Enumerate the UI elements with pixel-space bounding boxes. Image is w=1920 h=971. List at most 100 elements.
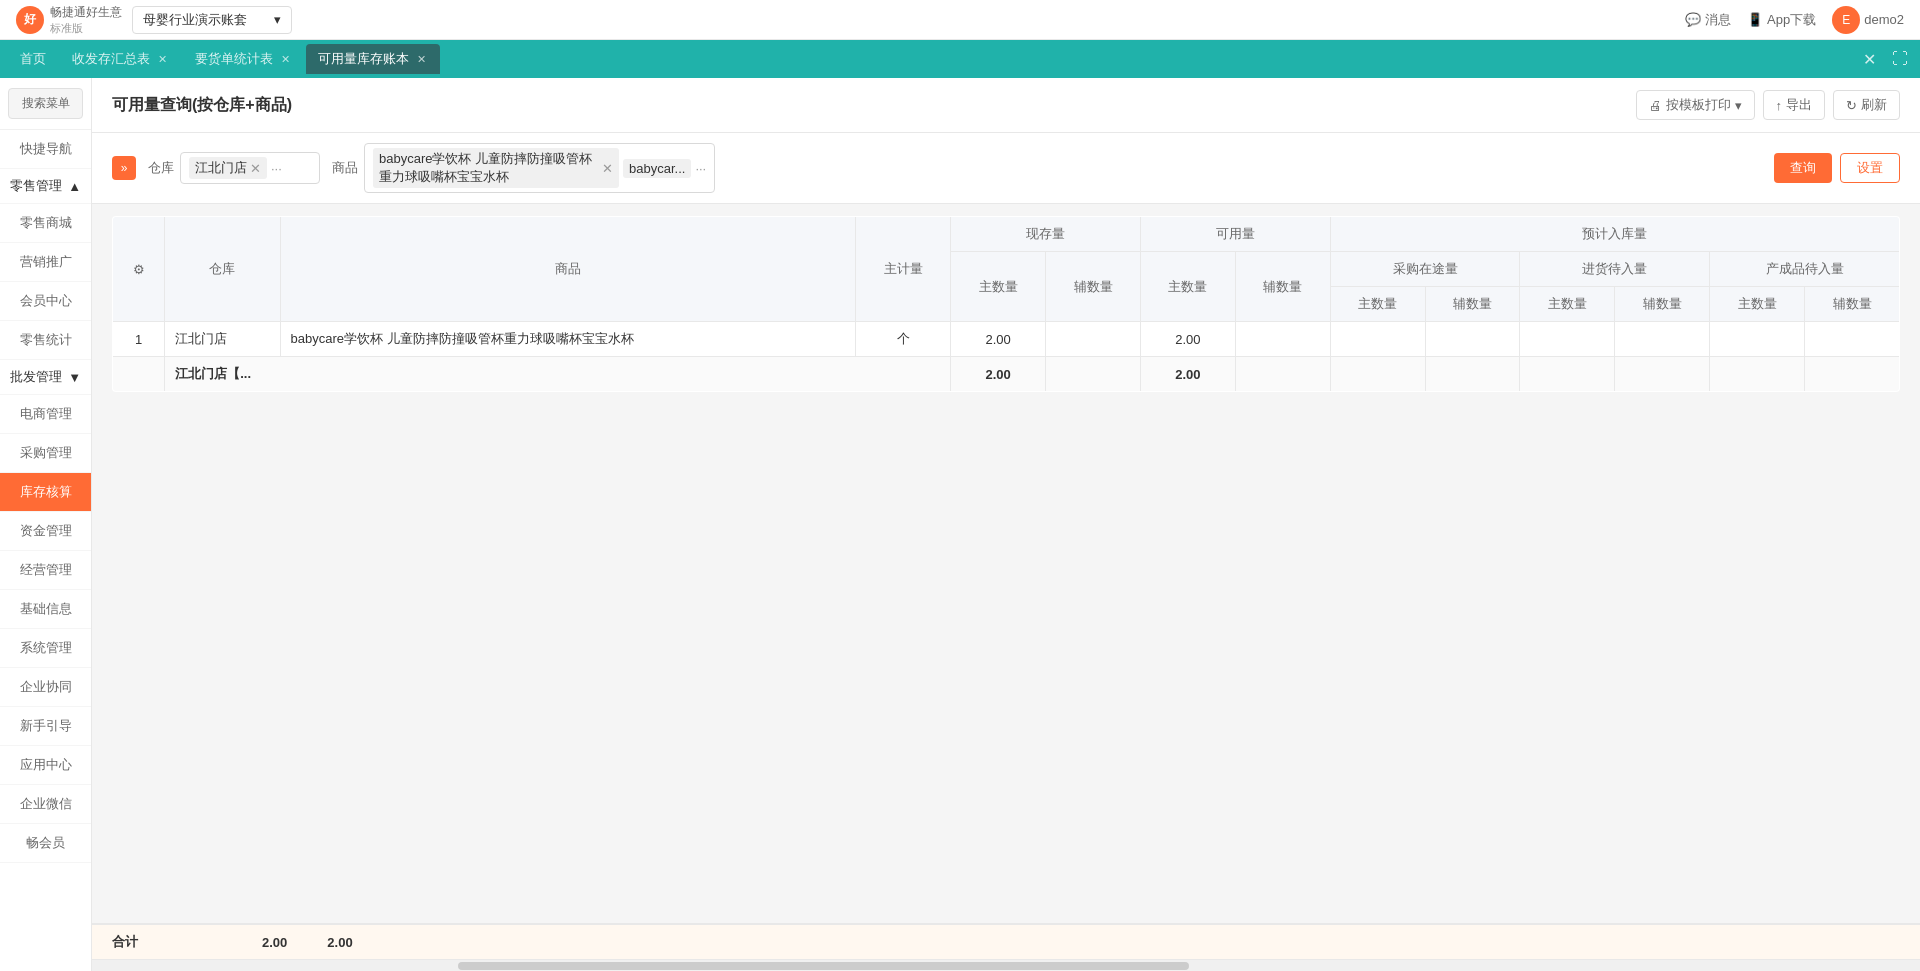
- refresh-icon: ↻: [1846, 98, 1857, 113]
- tab-close-receive[interactable]: ✕: [156, 53, 169, 66]
- logo-icon: 好: [16, 6, 44, 34]
- th-available-aux: 辅数量: [1235, 252, 1330, 322]
- sidebar-item-retail-mall[interactable]: 零售商城: [0, 204, 91, 243]
- message-icon: 💬: [1685, 12, 1701, 27]
- export-btn[interactable]: ↑ 导出: [1763, 90, 1826, 120]
- th-incoming-main: 主数量: [1520, 287, 1615, 322]
- logo-area: 好 畅捷通好生意 标准版: [16, 4, 122, 36]
- expand-btn[interactable]: ⛶: [1888, 46, 1912, 72]
- cell-purchase-on-way-aux: [1425, 322, 1520, 357]
- product-ellipsis[interactable]: ···: [695, 161, 706, 176]
- message-btn[interactable]: 💬 消息: [1685, 11, 1731, 29]
- th-current-main: 主数量: [951, 252, 1046, 322]
- page-title: 可用量查询(按仓库+商品): [112, 95, 292, 116]
- chevron-icon-wholesale: ▼: [68, 370, 81, 385]
- data-table: ⚙ 仓库 商品 主计量 现存量 可用量 预计入库量 主数量 辅数量 主数量 辅数…: [112, 216, 1900, 392]
- horizontal-scrollbar[interactable]: [92, 959, 1920, 971]
- table-container: ⚙ 仓库 商品 主计量 现存量 可用量 预计入库量 主数量 辅数量 主数量 辅数…: [92, 204, 1920, 923]
- tab-home[interactable]: 首页: [8, 44, 58, 74]
- subtotal-current-main: 2.00: [951, 357, 1046, 392]
- total-label: 合计: [112, 933, 262, 951]
- avatar: E: [1832, 6, 1860, 34]
- footer-available-main: 2.00: [327, 935, 352, 950]
- th-available-main: 主数量: [1140, 252, 1235, 322]
- sidebar-item-ecommerce[interactable]: 电商管理: [0, 395, 91, 434]
- user-profile-btn[interactable]: E demo2: [1832, 6, 1904, 34]
- industry-selector-label: 母婴行业演示账套: [143, 11, 247, 29]
- th-settings[interactable]: ⚙: [113, 217, 165, 322]
- th-incoming-aux: 辅数量: [1615, 287, 1710, 322]
- sidebar-item-sys-mgmt[interactable]: 系统管理: [0, 629, 91, 668]
- top-bar-right: 💬 消息 📱 App下载 E demo2: [1685, 6, 1904, 34]
- tab-close-order-stat[interactable]: ✕: [279, 53, 292, 66]
- sidebar-item-enterprise-wechat[interactable]: 企业微信: [0, 785, 91, 824]
- sidebar-item-inventory[interactable]: 库存核算: [0, 473, 91, 512]
- sidebar-item-wholesale-mgmt[interactable]: 批发管理 ▼: [0, 360, 91, 395]
- th-available-group: 可用量: [1140, 217, 1330, 252]
- tab-order-stat[interactable]: 要货单统计表 ✕: [183, 44, 304, 74]
- sidebar-item-app-center[interactable]: 应用中心: [0, 746, 91, 785]
- subtotal-available-main: 2.00: [1140, 357, 1235, 392]
- product-tag-2: babycar...: [623, 159, 691, 178]
- th-current-aux: 辅数量: [1046, 252, 1141, 322]
- sidebar-item-enterprise-collab[interactable]: 企业协同: [0, 668, 91, 707]
- query-btn[interactable]: 查询: [1774, 153, 1832, 183]
- footer-bar: 合计 2.00 2.00: [92, 923, 1920, 959]
- cell-product-incoming-aux: [1805, 322, 1900, 357]
- warehouse-filter-field: 仓库 江北门店 ✕ ···: [148, 152, 320, 184]
- cell-incoming-main: [1520, 322, 1615, 357]
- tab-close-available[interactable]: ✕: [415, 53, 428, 66]
- export-icon: ↑: [1776, 98, 1783, 113]
- th-warehouse: 仓库: [165, 217, 280, 322]
- sidebar-item-basic-info[interactable]: 基础信息: [0, 590, 91, 629]
- top-bar-left: 好 畅捷通好生意 标准版 母婴行业演示账套 ▾: [16, 4, 292, 36]
- footer-totals: 2.00 2.00: [262, 935, 353, 950]
- sidebar-item-member-center[interactable]: 会员中心: [0, 282, 91, 321]
- warehouse-ellipsis[interactable]: ···: [271, 161, 282, 176]
- warehouse-input[interactable]: 江北门店 ✕ ···: [180, 152, 320, 184]
- mobile-icon: 📱: [1747, 12, 1763, 27]
- sidebar-item-purchase[interactable]: 采购管理: [0, 434, 91, 473]
- cell-current-aux: [1046, 322, 1141, 357]
- refresh-btn[interactable]: ↻ 刷新: [1833, 90, 1900, 120]
- product-input[interactable]: babycare学饮杯 儿童防摔防撞吸管杯重力球吸嘴杯宝宝水杯 ✕ babyca…: [364, 143, 715, 193]
- th-planned-inbound-group: 预计入库量: [1330, 217, 1899, 252]
- th-product: 商品: [280, 217, 856, 322]
- th-current-stock-group: 现存量: [951, 217, 1141, 252]
- filter-actions: 查询 设置: [1774, 153, 1900, 183]
- close-all-tabs-btn[interactable]: ✕: [1859, 46, 1880, 73]
- product-filter-field: 商品 babycare学饮杯 儿童防摔防撞吸管杯重力球吸嘴杯宝宝水杯 ✕ bab…: [332, 143, 715, 193]
- print-btn[interactable]: 🖨 按模板打印 ▾: [1636, 90, 1755, 120]
- subtotal-label: 江北门店【...: [165, 357, 951, 392]
- app-download-btn[interactable]: 📱 App下载: [1747, 11, 1816, 29]
- sidebar-item-finance[interactable]: 资金管理: [0, 512, 91, 551]
- cell-available-aux: [1235, 322, 1330, 357]
- sidebar-item-new-guide[interactable]: 新手引导: [0, 707, 91, 746]
- sidebar-item-vip[interactable]: 畅会员: [0, 824, 91, 863]
- warehouse-tag-close[interactable]: ✕: [250, 161, 261, 176]
- filter-toggle-btn[interactable]: »: [112, 156, 136, 180]
- sidebar-item-operations[interactable]: 经营管理: [0, 551, 91, 590]
- sidebar-item-marketing[interactable]: 营销推广: [0, 243, 91, 282]
- industry-selector[interactable]: 母婴行业演示账套 ▾: [132, 6, 292, 34]
- sidebar-item-retail-mgmt[interactable]: 零售管理 ▲: [0, 169, 91, 204]
- sidebar-item-quick-nav[interactable]: 快捷导航: [0, 130, 91, 169]
- footer-current-main: 2.00: [262, 935, 287, 950]
- subtotal-row: 江北门店【... 2.00 2.00: [113, 357, 1900, 392]
- warehouse-label: 仓库: [148, 159, 174, 177]
- tab-receive[interactable]: 收发存汇总表 ✕: [60, 44, 181, 74]
- th-incoming-group: 进货待入量: [1520, 252, 1710, 287]
- product-tag-1-close[interactable]: ✕: [602, 161, 613, 176]
- scrollbar-thumb[interactable]: [458, 962, 1189, 970]
- sidebar-item-retail-stat[interactable]: 零售统计: [0, 321, 91, 360]
- settings-btn[interactable]: 设置: [1840, 153, 1900, 183]
- chevron-icon: ▲: [68, 179, 81, 194]
- th-product-incoming-aux: 辅数量: [1805, 287, 1900, 322]
- tab-available[interactable]: 可用量库存账本 ✕: [306, 44, 440, 74]
- cell-warehouse: 江北门店: [165, 322, 280, 357]
- cell-unit: 个: [856, 322, 951, 357]
- product-label: 商品: [332, 159, 358, 177]
- th-purchase-on-way-aux: 辅数量: [1425, 287, 1520, 322]
- cell-available-main: 2.00: [1140, 322, 1235, 357]
- search-menu-btn[interactable]: 搜索菜单: [8, 88, 83, 119]
